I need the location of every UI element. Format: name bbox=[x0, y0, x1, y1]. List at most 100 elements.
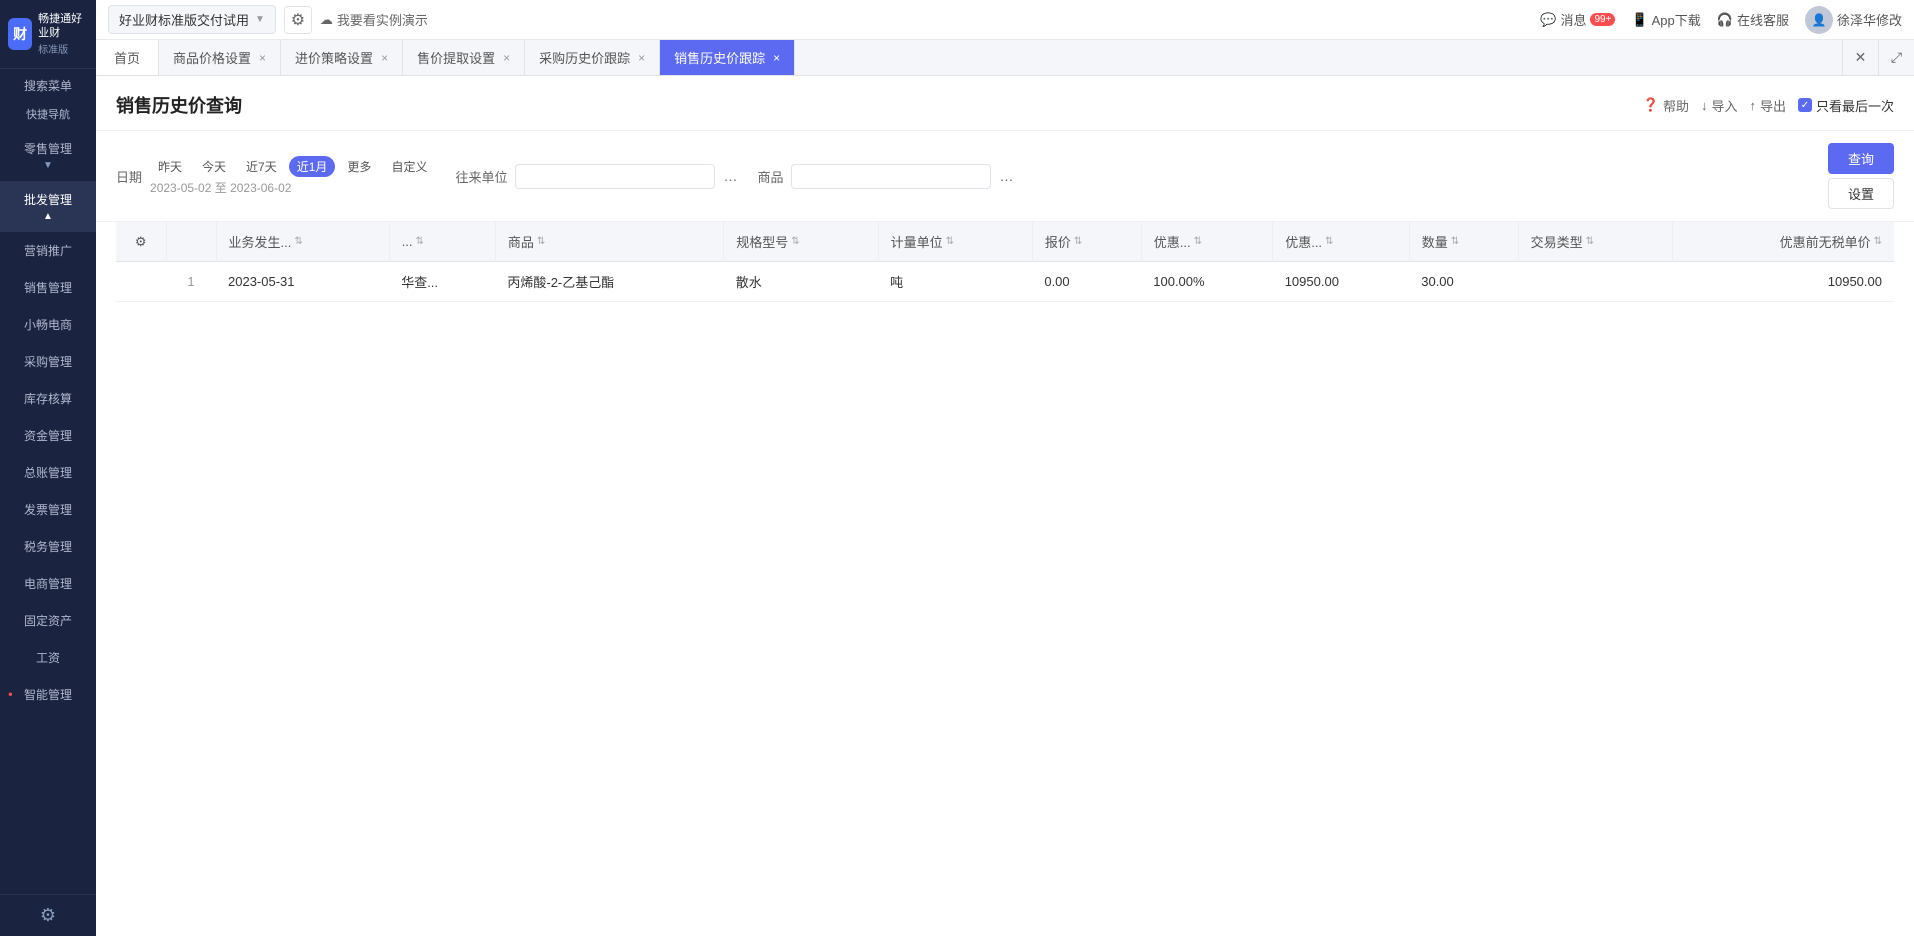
date-option-7days[interactable]: 近7天 bbox=[238, 156, 285, 177]
th-transaction-type-label: 交易类型 bbox=[1531, 232, 1583, 251]
sidebar-item-retail[interactable]: 零售管理 ▼ bbox=[0, 130, 96, 181]
tab-product-price[interactable]: 商品价格设置 × bbox=[159, 40, 281, 76]
sidebar-item-smart[interactable]: 智能管理 bbox=[0, 676, 96, 713]
tab-purchase-strategy-close-icon[interactable]: × bbox=[381, 51, 388, 65]
th-pretax-price[interactable]: 优惠前无税单价 ⇅ bbox=[1672, 222, 1894, 262]
cell-discount2: 10950.00 bbox=[1273, 262, 1410, 302]
tab-product-price-close-icon[interactable]: × bbox=[259, 51, 266, 65]
tab-purchase-strategy[interactable]: 进价策略设置 × bbox=[281, 40, 403, 76]
supplier-filter-label: 往来单位 bbox=[455, 167, 507, 186]
tab-sale-history-close-icon[interactable]: × bbox=[773, 51, 780, 65]
tab-home[interactable]: 首页 bbox=[96, 40, 159, 76]
sidebar-item-ecommerce-small[interactable]: 小畅电商 bbox=[0, 306, 96, 343]
wholesale-label: 批发管理 bbox=[24, 191, 72, 208]
app-download-button[interactable]: 📱 App下载 bbox=[1631, 10, 1700, 29]
last-only-checkbox[interactable]: ✓ 只看最后一次 bbox=[1798, 96, 1894, 115]
sidebar-item-invoice[interactable]: 发票管理 bbox=[0, 491, 96, 528]
help-button[interactable]: ❓ 帮助 bbox=[1643, 96, 1689, 115]
inventory-label: 库存核算 bbox=[24, 390, 72, 407]
product-more-icon[interactable]: … bbox=[999, 168, 1013, 184]
sidebar-item-wholesale[interactable]: 批发管理 ▲ bbox=[0, 181, 96, 232]
th-business-date[interactable]: 业务发生... ⇅ bbox=[216, 222, 389, 262]
sort-icon-discount1: ⇅ bbox=[1194, 236, 1202, 247]
th-discount2[interactable]: 优惠... ⇅ bbox=[1273, 222, 1410, 262]
import-button[interactable]: ↓ 导入 bbox=[1701, 96, 1738, 115]
tab-purchase-history-close-icon[interactable]: × bbox=[638, 51, 645, 65]
date-option-custom[interactable]: 自定义 bbox=[383, 156, 435, 177]
sort-icon-extra: ⇅ bbox=[416, 236, 424, 247]
product-input[interactable] bbox=[791, 164, 991, 189]
th-spec[interactable]: 规格型号 ⇅ bbox=[724, 222, 878, 262]
tabs-end-controls: ✕ ⤢ bbox=[1842, 40, 1914, 76]
tab-sale-history[interactable]: 销售历史价跟踪 × bbox=[660, 40, 795, 76]
message-badge: 99+ bbox=[1590, 13, 1615, 26]
main-content: 好业财标准版交付试用 ▼ ⚙ ☁ 我要看实例演示 💬 消息 99+ 📱 App下… bbox=[96, 0, 1914, 936]
tab-sale-extract[interactable]: 售价提取设置 × bbox=[403, 40, 525, 76]
user-menu[interactable]: 👤 徐泽华修改 bbox=[1805, 6, 1902, 34]
date-option-yesterday[interactable]: 昨天 bbox=[150, 156, 190, 177]
cell-quantity: 30.00 bbox=[1409, 262, 1518, 302]
sidebar-item-ecommerce[interactable]: 电商管理 bbox=[0, 565, 96, 602]
export-button[interactable]: ↑ 导出 bbox=[1749, 96, 1786, 115]
message-button[interactable]: 💬 消息 99+ bbox=[1540, 10, 1615, 29]
th-extra[interactable]: ... ⇅ bbox=[389, 222, 495, 262]
date-option-more[interactable]: 更多 bbox=[339, 156, 379, 177]
salary-label: 工资 bbox=[36, 649, 60, 666]
sidebar-quick-nav[interactable]: 快捷导航 bbox=[0, 102, 96, 126]
supplier-more-icon[interactable]: … bbox=[723, 168, 737, 184]
column-gear-icon: ⚙ bbox=[135, 234, 147, 249]
sidebar-item-inventory[interactable]: 库存核算 bbox=[0, 380, 96, 417]
retail-label: 零售管理 bbox=[24, 140, 72, 157]
user-name: 徐泽华修改 bbox=[1837, 10, 1902, 29]
sort-icon-quantity: ⇅ bbox=[1451, 236, 1459, 247]
message-icon: 💬 bbox=[1540, 12, 1556, 28]
table-container: ⚙ 业务发生... ⇅ ... ⇅ bbox=[96, 222, 1914, 322]
online-service-label: 在线客服 bbox=[1737, 10, 1789, 29]
tab-purchase-history-label: 采购历史价跟踪 bbox=[539, 48, 630, 67]
sidebar-search[interactable]: 搜索菜单 bbox=[0, 69, 96, 102]
page-title: 销售历史价查询 bbox=[116, 92, 242, 118]
filter-bar: 日期 昨天 今天 近7天 近1月 更多 自定义 2023-05-02 至 202… bbox=[96, 131, 1914, 222]
sidebar-item-tax[interactable]: 税务管理 bbox=[0, 528, 96, 565]
sidebar-item-assets[interactable]: 固定资产 bbox=[0, 602, 96, 639]
tab-expand-button[interactable]: ⤢ bbox=[1878, 40, 1914, 76]
th-price-label: 报价 bbox=[1045, 232, 1071, 251]
th-unit-label: 计量单位 bbox=[891, 232, 943, 251]
query-button[interactable]: 查询 bbox=[1828, 143, 1894, 174]
sidebar-item-finance[interactable]: 资金管理 bbox=[0, 417, 96, 454]
th-discount2-label: 优惠... bbox=[1285, 232, 1322, 251]
date-option-1month[interactable]: 近1月 bbox=[289, 156, 336, 177]
sidebar-item-sales[interactable]: 销售管理 bbox=[0, 269, 96, 306]
filter-settings-button[interactable]: 设置 bbox=[1828, 178, 1894, 209]
topbar-settings-button[interactable]: ⚙ bbox=[284, 6, 312, 34]
date-option-today[interactable]: 今天 bbox=[194, 156, 234, 177]
th-gear[interactable]: ⚙ bbox=[116, 222, 166, 262]
th-transaction-type[interactable]: 交易类型 ⇅ bbox=[1518, 222, 1672, 262]
cell-gear bbox=[116, 262, 166, 302]
tab-purchase-history[interactable]: 采购历史价跟踪 × bbox=[525, 40, 660, 76]
tab-sale-extract-close-icon[interactable]: × bbox=[503, 51, 510, 65]
settings-icon: ⚙ bbox=[291, 10, 305, 30]
cell-discount1: 100.00% bbox=[1141, 262, 1272, 302]
app-selector[interactable]: 好业财标准版交付试用 ▼ bbox=[108, 5, 276, 34]
tab-sale-history-label: 销售历史价跟踪 bbox=[674, 48, 765, 67]
th-unit[interactable]: 计量单位 ⇅ bbox=[878, 222, 1032, 262]
ecommerce-small-label: 小畅电商 bbox=[24, 316, 72, 333]
th-product[interactable]: 商品 ⇅ bbox=[495, 222, 723, 262]
demo-button[interactable]: ☁ 我要看实例演示 bbox=[320, 10, 428, 29]
gear-icon[interactable]: ⚙ bbox=[8, 905, 88, 926]
th-discount1[interactable]: 优惠... ⇅ bbox=[1141, 222, 1272, 262]
th-price[interactable]: 报价 ⇅ bbox=[1032, 222, 1141, 262]
sidebar-item-accounting[interactable]: 总账管理 bbox=[0, 454, 96, 491]
tab-close-all-button[interactable]: ✕ bbox=[1842, 40, 1878, 76]
sidebar-item-salary[interactable]: 工资 bbox=[0, 639, 96, 676]
smart-label: 智能管理 bbox=[24, 686, 72, 703]
supplier-input[interactable] bbox=[515, 164, 715, 189]
online-service-button[interactable]: 🎧 在线客服 bbox=[1717, 10, 1789, 29]
sidebar-item-marketing[interactable]: 营销推广 bbox=[0, 232, 96, 269]
sidebar-item-purchase[interactable]: 采购管理 bbox=[0, 343, 96, 380]
th-quantity[interactable]: 数量 ⇅ bbox=[1409, 222, 1518, 262]
user-avatar: 👤 bbox=[1805, 6, 1833, 34]
logo-icon: 财 bbox=[8, 18, 32, 50]
sort-icon-discount2: ⇅ bbox=[1325, 236, 1333, 247]
